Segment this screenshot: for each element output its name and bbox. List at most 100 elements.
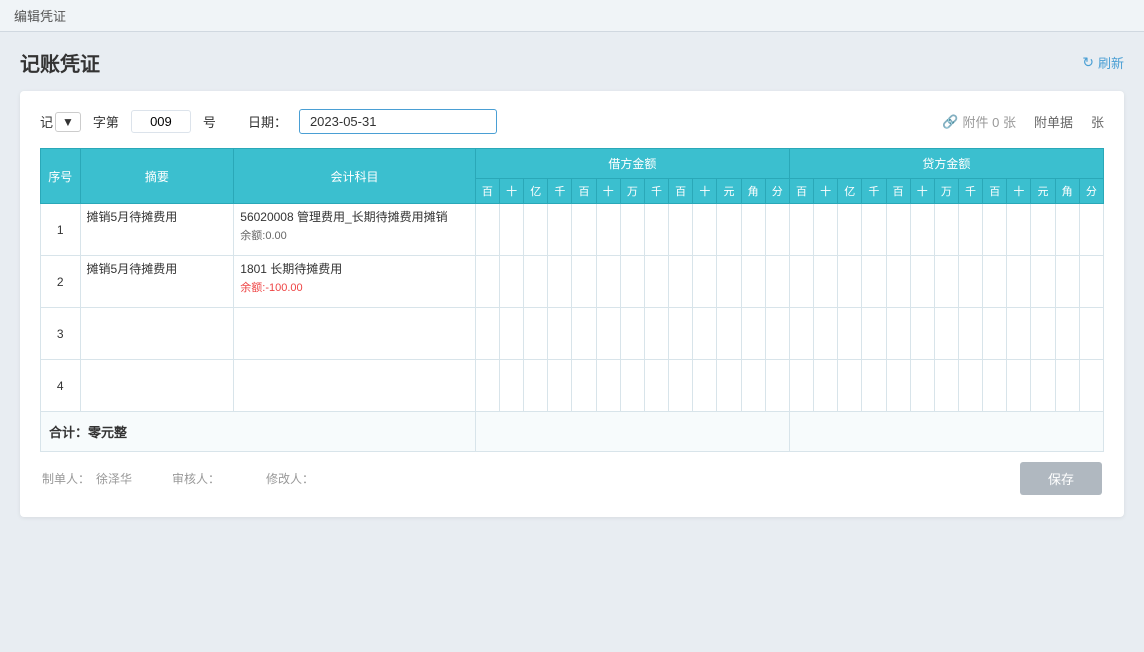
debit-cell-1[interactable]	[500, 308, 524, 360]
credit-cell-10[interactable]	[1031, 204, 1055, 256]
debit-cell-7[interactable]	[644, 204, 668, 256]
debit-cell-1[interactable]	[500, 360, 524, 412]
row-abstract[interactable]: 摊销5月待摊费用	[80, 256, 234, 308]
debit-cell-4[interactable]	[572, 204, 596, 256]
credit-cell-3[interactable]	[862, 204, 886, 256]
debit-cell-5[interactable]	[596, 308, 620, 360]
debit-cell-11[interactable]	[741, 360, 765, 412]
credit-cell-8[interactable]	[983, 204, 1007, 256]
credit-cell-0[interactable]	[789, 360, 813, 412]
credit-cell-12[interactable]	[1079, 360, 1103, 412]
debit-cell-12[interactable]	[765, 308, 789, 360]
credit-cell-4[interactable]	[886, 308, 910, 360]
debit-cell-6[interactable]	[620, 256, 644, 308]
credit-cell-6[interactable]	[934, 360, 958, 412]
debit-cell-4[interactable]	[572, 308, 596, 360]
credit-cell-11[interactable]	[1055, 308, 1079, 360]
credit-cell-9[interactable]	[1007, 360, 1031, 412]
debit-cell-12[interactable]	[765, 204, 789, 256]
credit-cell-5[interactable]	[910, 308, 934, 360]
credit-cell-2[interactable]	[838, 204, 862, 256]
credit-cell-12[interactable]	[1079, 256, 1103, 308]
debit-cell-12[interactable]	[765, 256, 789, 308]
credit-cell-8[interactable]	[983, 256, 1007, 308]
credit-cell-3[interactable]	[862, 256, 886, 308]
credit-cell-1[interactable]	[814, 204, 838, 256]
debit-cell-11[interactable]	[741, 204, 765, 256]
credit-cell-4[interactable]	[886, 360, 910, 412]
debit-cell-6[interactable]	[620, 308, 644, 360]
credit-cell-4[interactable]	[886, 256, 910, 308]
credit-cell-10[interactable]	[1031, 308, 1055, 360]
attachment-link[interactable]: 🔗 附件 0 张	[942, 112, 1016, 131]
credit-cell-7[interactable]	[958, 256, 982, 308]
debit-cell-6[interactable]	[620, 204, 644, 256]
credit-cell-2[interactable]	[838, 256, 862, 308]
debit-cell-8[interactable]	[669, 204, 693, 256]
table-row[interactable]: 2摊销5月待摊费用1801 长期待摊费用余额:-100.00	[41, 256, 1104, 308]
credit-cell-5[interactable]	[910, 204, 934, 256]
debit-cell-2[interactable]	[524, 204, 548, 256]
debit-cell-4[interactable]	[572, 360, 596, 412]
credit-cell-9[interactable]	[1007, 308, 1031, 360]
credit-cell-0[interactable]	[789, 204, 813, 256]
credit-cell-10[interactable]	[1031, 256, 1055, 308]
credit-cell-7[interactable]	[958, 204, 982, 256]
debit-cell-7[interactable]	[644, 308, 668, 360]
debit-cell-0[interactable]	[475, 308, 499, 360]
credit-cell-6[interactable]	[934, 204, 958, 256]
debit-cell-5[interactable]	[596, 204, 620, 256]
credit-cell-12[interactable]	[1079, 204, 1103, 256]
debit-cell-7[interactable]	[644, 360, 668, 412]
debit-cell-5[interactable]	[596, 360, 620, 412]
debit-cell-4[interactable]	[572, 256, 596, 308]
debit-cell-1[interactable]	[500, 204, 524, 256]
credit-cell-1[interactable]	[814, 256, 838, 308]
credit-cell-0[interactable]	[789, 256, 813, 308]
debit-cell-2[interactable]	[524, 256, 548, 308]
debit-cell-2[interactable]	[524, 308, 548, 360]
credit-cell-6[interactable]	[934, 256, 958, 308]
row-account[interactable]	[234, 308, 476, 360]
credit-cell-2[interactable]	[838, 308, 862, 360]
refresh-button[interactable]: ↻ 刷新	[1082, 53, 1124, 72]
credit-cell-5[interactable]	[910, 360, 934, 412]
debit-cell-0[interactable]	[475, 256, 499, 308]
debit-cell-5[interactable]	[596, 256, 620, 308]
debit-cell-12[interactable]	[765, 360, 789, 412]
debit-cell-6[interactable]	[620, 360, 644, 412]
credit-cell-9[interactable]	[1007, 256, 1031, 308]
row-abstract[interactable]	[80, 360, 234, 412]
debit-cell-8[interactable]	[669, 360, 693, 412]
credit-cell-5[interactable]	[910, 256, 934, 308]
row-account[interactable]: 56020008 管理费用_长期待摊费用摊销余额:0.00	[234, 204, 476, 256]
credit-cell-0[interactable]	[789, 308, 813, 360]
credit-cell-3[interactable]	[862, 360, 886, 412]
credit-cell-7[interactable]	[958, 308, 982, 360]
debit-cell-9[interactable]	[693, 204, 717, 256]
row-account[interactable]: 1801 长期待摊费用余额:-100.00	[234, 256, 476, 308]
credit-cell-11[interactable]	[1055, 256, 1079, 308]
debit-cell-3[interactable]	[548, 256, 572, 308]
debit-cell-8[interactable]	[669, 308, 693, 360]
zi-no-input[interactable]	[131, 110, 191, 133]
debit-cell-10[interactable]	[717, 256, 741, 308]
debit-cell-2[interactable]	[524, 360, 548, 412]
debit-cell-10[interactable]	[717, 308, 741, 360]
credit-cell-2[interactable]	[838, 360, 862, 412]
row-account[interactable]	[234, 360, 476, 412]
debit-cell-9[interactable]	[693, 360, 717, 412]
credit-cell-7[interactable]	[958, 360, 982, 412]
debit-cell-11[interactable]	[741, 308, 765, 360]
debit-cell-8[interactable]	[669, 256, 693, 308]
debit-cell-0[interactable]	[475, 204, 499, 256]
table-row[interactable]: 1摊销5月待摊费用56020008 管理费用_长期待摊费用摊销余额:0.00	[41, 204, 1104, 256]
row-abstract[interactable]: 摊销5月待摊费用	[80, 204, 234, 256]
credit-cell-9[interactable]	[1007, 204, 1031, 256]
row-abstract[interactable]	[80, 308, 234, 360]
credit-cell-11[interactable]	[1055, 360, 1079, 412]
attach-single-label[interactable]: 附单据	[1034, 112, 1073, 131]
credit-cell-12[interactable]	[1079, 308, 1103, 360]
save-button[interactable]: 保存	[1020, 462, 1102, 495]
credit-cell-1[interactable]	[814, 360, 838, 412]
